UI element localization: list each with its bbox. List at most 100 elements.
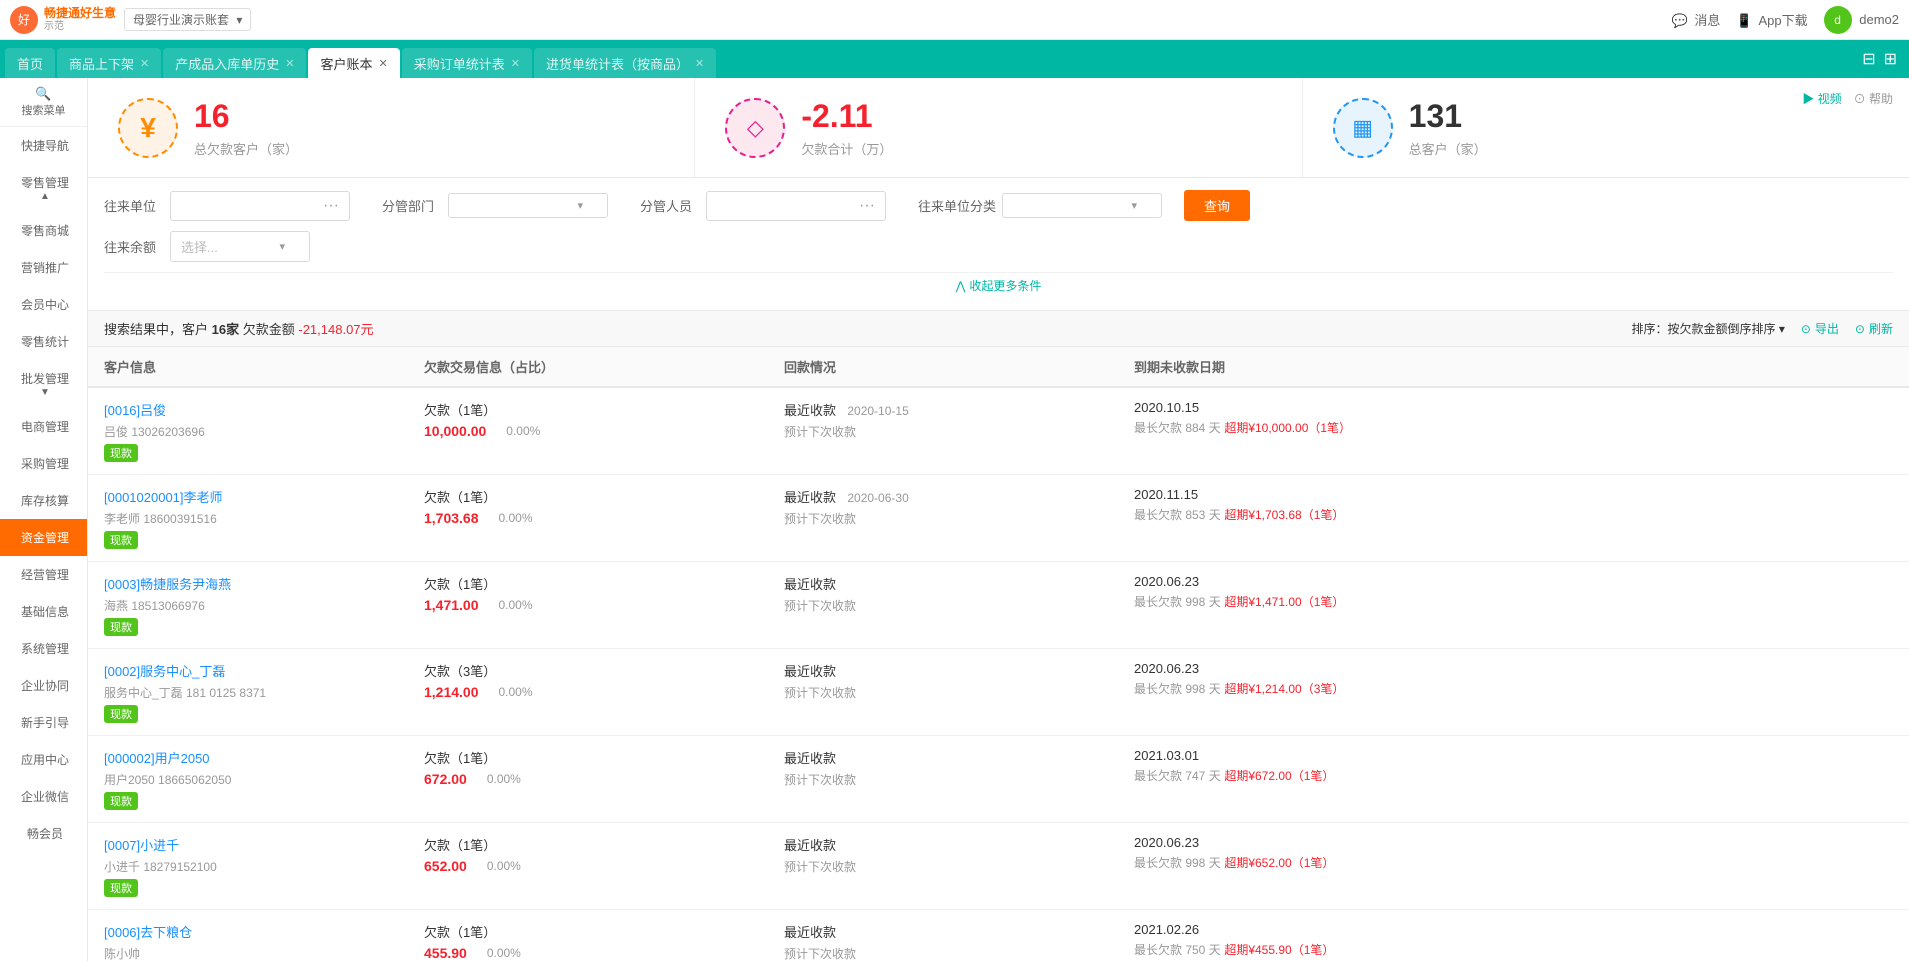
last-payment-row-0: 最近收款 2020-10-15	[784, 400, 1134, 419]
sidebar-item-retail-stats[interactable]: 零售统计	[0, 323, 87, 360]
sidebar-item-member[interactable]: 会员中心	[0, 286, 87, 323]
tab-production-history[interactable]: 产成品入库单历史 ✕	[163, 48, 306, 78]
stats-row: ¥ 16 总欠款客户（家） ◇ -2.11 欠款合计（万） ▦ 131 总	[88, 78, 1909, 178]
company-selector[interactable]: 母婴行业演示账套 ▾	[124, 8, 251, 31]
sidebar-item-quick-nav[interactable]: 快捷导航	[0, 127, 87, 164]
customer-phone-5: 小进千 18279152100	[104, 858, 424, 875]
user-avatar[interactable]: d demo2	[1824, 6, 1899, 34]
customer-info-0: [0016]吕俊 吕俊 13026203696 现款	[104, 400, 424, 462]
overdue-detail-2: 最长欠款 998 天 超期¥1,471.00（1笔）	[1134, 593, 1893, 610]
sidebar-item-basic-info[interactable]: 基础信息	[0, 593, 87, 630]
source-unit-input[interactable]: ···	[170, 191, 350, 221]
sidebar-item-app-center[interactable]: 应用中心	[0, 741, 87, 778]
message-btn[interactable]: 💬 消息	[1672, 10, 1721, 29]
overdue-link-4[interactable]: 超期¥672.00（1笔）	[1224, 769, 1334, 783]
source-class-select[interactable]: ▾	[1002, 193, 1162, 218]
overdue-link-3[interactable]: 超期¥1,214.00（3笔）	[1224, 682, 1344, 696]
customer-name-0[interactable]: [0016]吕俊	[104, 400, 424, 419]
export-btn[interactable]: ⊙ 导出	[1801, 320, 1839, 337]
debt-info-5: 欠款（1笔） 652.00 0.00%	[424, 835, 784, 874]
sidebar-item-purchase[interactable]: 采购管理	[0, 445, 87, 482]
customer-name-2[interactable]: [0003]畅捷服务尹海燕	[104, 574, 424, 593]
col-recovery: 回款情况	[784, 357, 1134, 376]
overdue-link-0[interactable]: 超期¥10,000.00（1笔）	[1224, 421, 1351, 435]
last-payment-row-3: 最近收款	[784, 661, 1134, 680]
close-tab-customer-account[interactable]: ✕	[379, 57, 388, 70]
app-download-btn[interactable]: 📱 App下载	[1736, 10, 1807, 29]
overdue-link-1[interactable]: 超期¥1,703.68（1笔）	[1224, 508, 1344, 522]
stat-label-debt-total: 欠款合计（万）	[801, 139, 892, 158]
collapse-btn[interactable]: ⋀ 收起更多条件	[104, 272, 1893, 298]
tab-inbound-stats[interactable]: 进货单统计表（按商品） ✕	[534, 48, 716, 78]
sidebar-item-new-guide[interactable]: 新手引导	[0, 704, 87, 741]
overdue-info-6: 2021.02.26 最长欠款 750 天 超期¥455.90（1笔）	[1134, 922, 1893, 958]
tab-purchase-stats[interactable]: 采购订单统计表 ✕	[402, 48, 532, 78]
tab-home[interactable]: 首页	[5, 48, 55, 78]
debt-row-4: 672.00 0.00%	[424, 771, 784, 787]
tab-customer-account[interactable]: 客户账本 ✕	[308, 48, 399, 78]
customer-name-1[interactable]: [0001020001]李老师	[104, 487, 424, 506]
sidebar-item-system[interactable]: 系统管理	[0, 630, 87, 667]
overdue-link-5[interactable]: 超期¥652.00（1笔）	[1224, 856, 1334, 870]
maximize-btn[interactable]: ⊞	[1884, 49, 1897, 69]
tab-product-onoff[interactable]: 商品上下架 ✕	[57, 48, 161, 78]
customer-name-3[interactable]: [0002]服务中心_丁磊	[104, 661, 424, 680]
next-payment-row-3: 预计下次收款	[784, 684, 1134, 701]
debt-percent-6: 0.00%	[487, 946, 521, 960]
customer-phone-4: 用户2050 18665062050	[104, 771, 424, 788]
dept-select[interactable]: ▾	[448, 193, 608, 218]
filter-row-1: 往来单位 ··· 分管部门 ▾ 分管人员	[104, 190, 1893, 221]
close-tab-production-history[interactable]: ✕	[285, 57, 294, 70]
export-icon: ⊙	[1801, 322, 1811, 336]
sidebar-search[interactable]: 🔍 搜索菜单	[0, 78, 87, 127]
sidebar-item-vip[interactable]: 畅会员	[0, 815, 87, 852]
stat-card-debt-total: ◇ -2.11 欠款合计（万）	[695, 78, 1302, 177]
table-row: [0007]小进千 小进千 18279152100 现款 欠款（1笔） 652.…	[88, 823, 1909, 910]
refresh-btn[interactable]: ⊙ 刷新	[1855, 320, 1893, 337]
sidebar-item-finance[interactable]: 资金管理	[0, 519, 87, 556]
manager-dots[interactable]: ···	[859, 197, 875, 215]
avatar-icon: d	[1824, 6, 1852, 34]
overdue-link-6[interactable]: 超期¥455.90（1笔）	[1224, 943, 1334, 957]
close-tab-inbound-stats[interactable]: ✕	[695, 57, 704, 70]
balance-label: 往来余额	[104, 237, 164, 256]
sidebar-item-enterprise-wechat[interactable]: 企业微信	[0, 778, 87, 815]
next-payment-row-2: 预计下次收款	[784, 597, 1134, 614]
debt-percent-5: 0.00%	[487, 859, 521, 873]
logo-area: 好 畅捷通好生意 示范	[10, 6, 116, 34]
sidebar-item-enterprise-coop[interactable]: 企业协同	[0, 667, 87, 704]
due-date-1: 2020.11.15	[1134, 487, 1893, 502]
results-debt-prefix: 欠款金额	[243, 322, 295, 337]
stat-label-total-customers: 总客户（家）	[1409, 139, 1487, 158]
sidebar-item-operation[interactable]: 经营管理	[0, 556, 87, 593]
filter-manager: 分管人员 ···	[640, 191, 886, 221]
close-tab-product-onoff[interactable]: ✕	[140, 57, 149, 70]
video-btn[interactable]: ▶ 视频	[1802, 90, 1841, 107]
sidebar-item-marketing[interactable]: 营销推广	[0, 249, 87, 286]
customer-info-5: [0007]小进千 小进千 18279152100 现款	[104, 835, 424, 897]
manager-input[interactable]: ···	[706, 191, 886, 221]
last-payment-row-1: 最近收款 2020-06-30	[784, 487, 1134, 506]
sidebar-item-ecommerce[interactable]: 电商管理	[0, 408, 87, 445]
help-btn[interactable]: ⊙ 帮助	[1854, 90, 1893, 107]
overdue-link-2[interactable]: 超期¥1,471.00（1笔）	[1224, 595, 1344, 609]
filter-source-class: 往来单位分类 ▾ 查询	[918, 190, 1250, 221]
close-tab-purchase-stats[interactable]: ✕	[511, 57, 520, 70]
customer-name-6[interactable]: [0006]去下粮仓	[104, 922, 424, 941]
sort-selector[interactable]: 排序：按欠款金额倒序排序 ▾	[1631, 320, 1784, 337]
overdue-detail-1: 最长欠款 853 天 超期¥1,703.68（1笔）	[1134, 506, 1893, 523]
top-bar-right: 💬 消息 📱 App下载 d demo2	[1672, 6, 1899, 34]
customer-name-5[interactable]: [0007]小进千	[104, 835, 424, 854]
source-unit-dots[interactable]: ···	[323, 197, 339, 215]
sidebar-item-batch-mgmt[interactable]: 批发管理 ▼	[0, 360, 87, 408]
due-date-4: 2021.03.01	[1134, 748, 1893, 763]
sidebar-item-inventory[interactable]: 库存核算	[0, 482, 87, 519]
search-menu-label: 搜索菜单	[6, 102, 81, 118]
customer-name-4[interactable]: [000002]用户2050	[104, 748, 424, 767]
sidebar-item-retail-mall[interactable]: 零售商城	[0, 212, 87, 249]
query-button[interactable]: 查询	[1184, 190, 1250, 221]
minimize-btn[interactable]: ⊟	[1862, 49, 1875, 69]
balance-select[interactable]: 选择... ▾	[170, 231, 310, 262]
sidebar-item-retail-mgmt[interactable]: 零售管理 ▲	[0, 164, 87, 212]
refresh-icon: ⊙	[1855, 322, 1865, 336]
